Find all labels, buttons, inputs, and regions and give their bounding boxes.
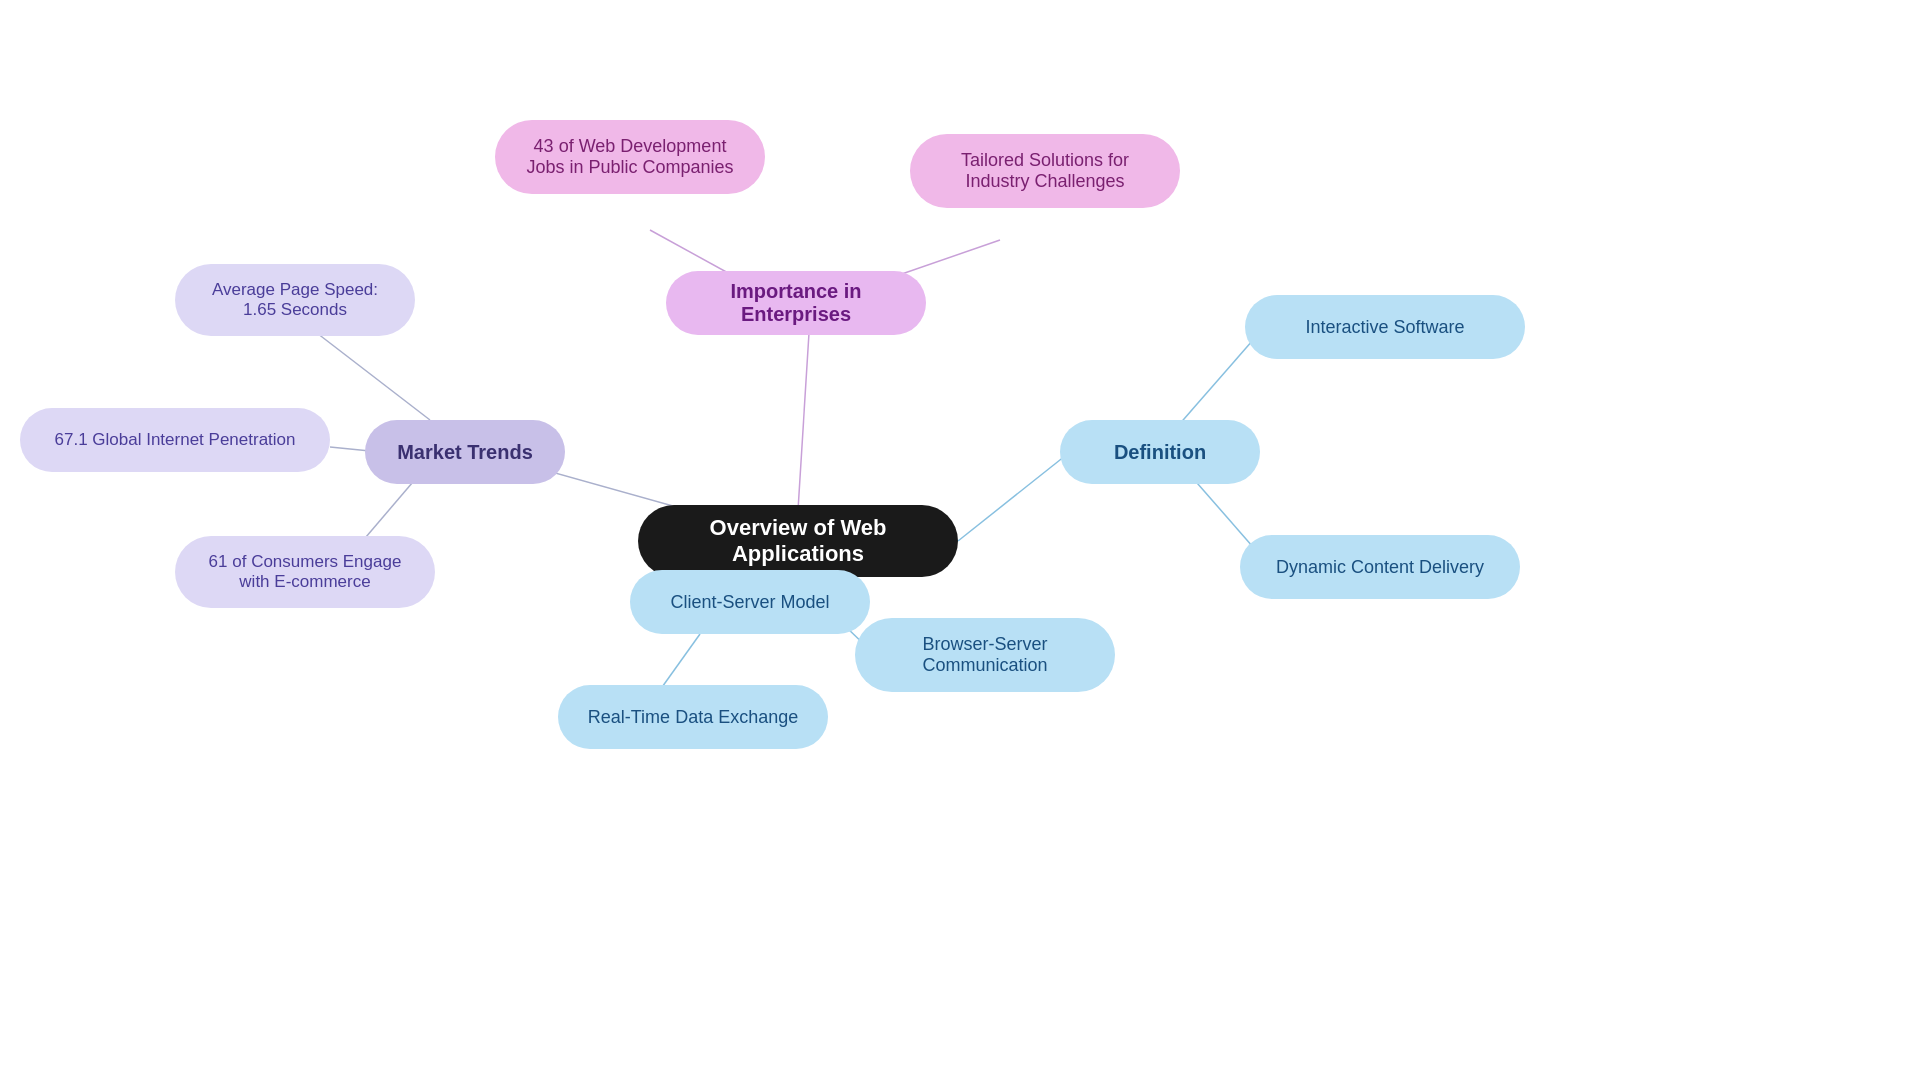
definition-node[interactable]: Definition [1060,420,1260,484]
tailored-solutions-node[interactable]: Tailored Solutions for Industry Challeng… [910,134,1180,208]
consumers-node[interactable]: 61 of Consumers Engage with E-commerce [175,536,435,608]
svg-line-4 [798,317,810,510]
svg-line-7 [958,452,1070,541]
dynamic-content-node[interactable]: Dynamic Content Delivery [1240,535,1520,599]
browser-server-node[interactable]: Browser-Server Communication [855,618,1115,692]
importance-node[interactable]: Importance in Enterprises [666,271,926,335]
real-time-node[interactable]: Real-Time Data Exchange [558,685,828,749]
client-server-node[interactable]: Client-Server Model [630,570,870,634]
market-trends-node[interactable]: Market Trends [365,420,565,484]
svg-line-12 [660,634,700,690]
center-node[interactable]: Overview of Web Applications [638,505,958,577]
interactive-software-node[interactable]: Interactive Software [1245,295,1525,359]
global-internet-node[interactable]: 67.1 Global Internet Penetration [20,408,330,472]
web-dev-jobs-node[interactable]: 43 of Web Development Jobs in Public Com… [495,120,765,194]
avg-page-speed-node[interactable]: Average Page Speed: 1.65 Seconds [175,264,415,336]
